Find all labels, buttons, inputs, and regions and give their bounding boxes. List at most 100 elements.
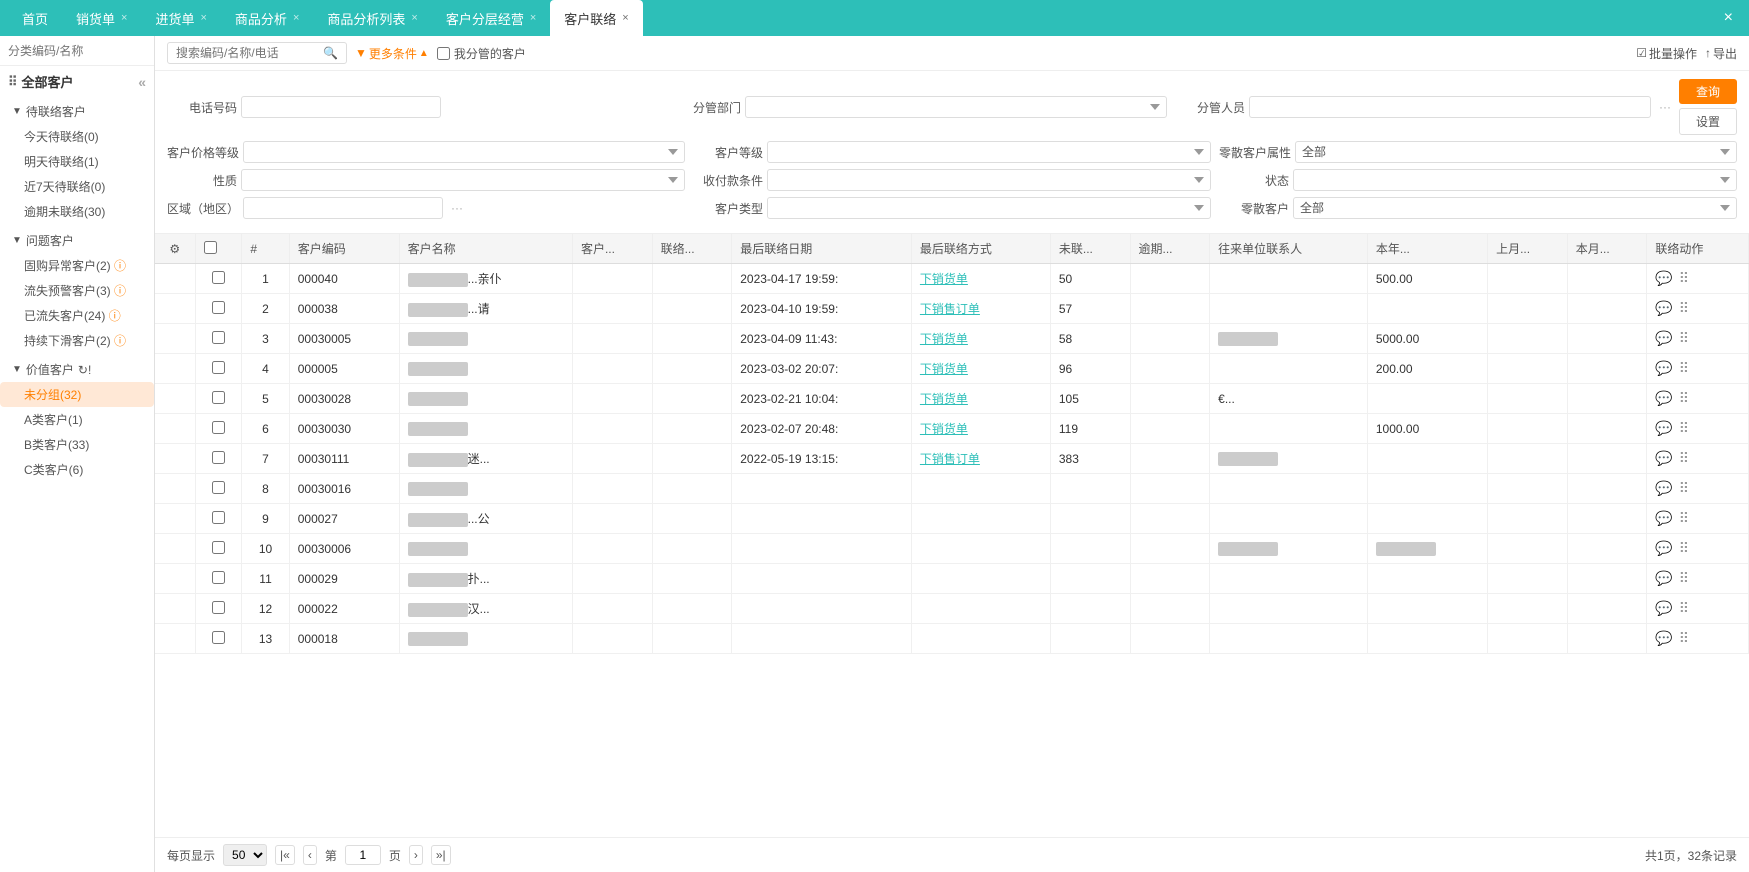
nature-select[interactable]: [241, 169, 685, 191]
tab-sales-order[interactable]: 销货单 ×: [62, 0, 141, 36]
last-method-link[interactable]: 下销货单: [920, 362, 968, 376]
last-method-link[interactable]: 下销售订单: [920, 302, 980, 316]
td-checkbox[interactable]: [195, 504, 242, 534]
td-checkbox[interactable]: [195, 564, 242, 594]
sidebar-item-near7-pending[interactable]: 近7天待联络(0): [0, 174, 154, 199]
tab-product-analysis-list[interactable]: 商品分析列表 ×: [313, 0, 431, 36]
td-checkbox[interactable]: [195, 384, 242, 414]
sidebar-collapse-icon[interactable]: «: [138, 74, 146, 90]
sidebar-item-unclassified[interactable]: 未分组(32): [0, 382, 154, 407]
payment-select[interactable]: [767, 169, 1211, 191]
row-checkbox[interactable]: [212, 451, 225, 464]
td-checkbox[interactable]: [195, 444, 242, 474]
row-checkbox[interactable]: [212, 301, 225, 314]
td-last-method[interactable]: 下销货单: [911, 354, 1050, 384]
tab-customer-tier[interactable]: 客户分层经营 ×: [432, 0, 550, 36]
search-button[interactable]: 查询: [1679, 79, 1737, 104]
td-last-method[interactable]: 下销货单: [911, 414, 1050, 444]
chat-icon[interactable]: 💬: [1655, 510, 1672, 527]
row-checkbox[interactable]: [212, 271, 225, 284]
customer-type-select[interactable]: [767, 197, 1211, 219]
td-checkbox[interactable]: [195, 294, 242, 324]
td-checkbox[interactable]: [195, 594, 242, 624]
grid-action-icon[interactable]: ⠿: [1679, 360, 1689, 377]
sidebar-search-box[interactable]: 🔍: [0, 36, 154, 66]
row-checkbox[interactable]: [212, 361, 225, 374]
row-checkbox[interactable]: [212, 421, 225, 434]
next-page-button[interactable]: ›: [409, 845, 423, 865]
main-search-box[interactable]: 🔍: [167, 42, 347, 64]
row-checkbox[interactable]: [212, 481, 225, 494]
row-checkbox[interactable]: [212, 601, 225, 614]
chat-icon[interactable]: 💬: [1655, 600, 1672, 617]
export-button[interactable]: ↑ 导出: [1705, 45, 1737, 62]
th-name[interactable]: 客户名称: [399, 234, 572, 264]
th-last-method[interactable]: 最后联络方式: [911, 234, 1050, 264]
th-this-month[interactable]: 本月...: [1567, 234, 1647, 264]
sidebar-item-abnormal[interactable]: 固购异常客户(2) ⓘ: [0, 253, 154, 278]
grid-action-icon[interactable]: ⠿: [1679, 330, 1689, 347]
td-last-method[interactable]: 下销货单: [911, 384, 1050, 414]
sidebar-search-input[interactable]: [8, 44, 155, 58]
last-method-link[interactable]: 下销货单: [920, 392, 968, 406]
retail-select[interactable]: 全部: [1293, 197, 1737, 219]
grid-action-icon[interactable]: ⠿: [1679, 390, 1689, 407]
th-overdue[interactable]: 逾期...: [1130, 234, 1210, 264]
select-all-checkbox[interactable]: [204, 241, 217, 254]
close-window-button[interactable]: ×: [1716, 9, 1741, 27]
area-input[interactable]: [243, 197, 443, 219]
chat-icon[interactable]: 💬: [1655, 450, 1672, 467]
td-checkbox[interactable]: [195, 534, 242, 564]
row-checkbox[interactable]: [212, 331, 225, 344]
dept-select[interactable]: [745, 96, 1167, 118]
th-associate[interactable]: 往来单位联系人: [1210, 234, 1368, 264]
td-last-method[interactable]: [911, 624, 1050, 654]
grid-action-icon[interactable]: ⠿: [1679, 450, 1689, 467]
all-customers-header[interactable]: ⠿ 全部客户 «: [0, 66, 154, 97]
th-code[interactable]: 客户编码: [289, 234, 399, 264]
row-checkbox[interactable]: [212, 511, 225, 524]
td-last-method[interactable]: [911, 594, 1050, 624]
td-last-method[interactable]: 下销售订单: [911, 294, 1050, 324]
td-checkbox[interactable]: [195, 414, 242, 444]
chat-icon[interactable]: 💬: [1655, 390, 1672, 407]
grid-action-icon[interactable]: ⠿: [1679, 510, 1689, 527]
th-checkbox[interactable]: [195, 234, 242, 264]
main-search-icon[interactable]: 🔍: [323, 46, 338, 60]
first-page-button[interactable]: |«: [275, 845, 295, 865]
sidebar-item-class-b[interactable]: B类客户(33): [0, 432, 154, 457]
manager-input[interactable]: [1249, 96, 1651, 118]
last-page-button[interactable]: »|: [431, 845, 451, 865]
tab-customer-contact-close[interactable]: ×: [622, 12, 628, 24]
td-last-method[interactable]: [911, 504, 1050, 534]
grid-action-icon[interactable]: ⠿: [1679, 540, 1689, 557]
reset-button[interactable]: 设置: [1679, 108, 1737, 135]
td-last-method[interactable]: 下销货单: [911, 324, 1050, 354]
last-method-link[interactable]: 下销货单: [920, 332, 968, 346]
td-last-method[interactable]: [911, 474, 1050, 504]
grid-action-icon[interactable]: ⠿: [1679, 480, 1689, 497]
td-checkbox[interactable]: [195, 474, 242, 504]
price-level-select[interactable]: [243, 141, 685, 163]
page-input[interactable]: [345, 845, 381, 865]
tab-customer-tier-close[interactable]: ×: [530, 12, 536, 24]
status-select[interactable]: [1293, 169, 1737, 191]
td-checkbox[interactable]: [195, 624, 242, 654]
row-checkbox[interactable]: [212, 631, 225, 644]
chat-icon[interactable]: 💬: [1655, 570, 1672, 587]
row-checkbox[interactable]: [212, 391, 225, 404]
per-page-select[interactable]: 50: [223, 844, 267, 866]
td-checkbox[interactable]: [195, 354, 242, 384]
sidebar-item-tomorrow-pending[interactable]: 明天待联络(1): [0, 149, 154, 174]
row-checkbox[interactable]: [212, 571, 225, 584]
more-conditions-button[interactable]: ▼ 更多条件 ▲: [355, 45, 429, 62]
tab-sales-close[interactable]: ×: [121, 12, 127, 24]
pending-contact-header[interactable]: ▼ 待联络客户: [0, 99, 154, 124]
sidebar-item-today-pending[interactable]: 今天待联络(0): [0, 124, 154, 149]
tab-customer-contact[interactable]: 客户联络 ×: [550, 0, 642, 36]
th-contact[interactable]: 联络...: [652, 234, 732, 264]
my-customers-checkbox[interactable]: [437, 47, 450, 60]
grid-action-icon[interactable]: ⠿: [1679, 270, 1689, 287]
customer-level-select[interactable]: [767, 141, 1211, 163]
area-dots[interactable]: ···: [451, 201, 463, 215]
